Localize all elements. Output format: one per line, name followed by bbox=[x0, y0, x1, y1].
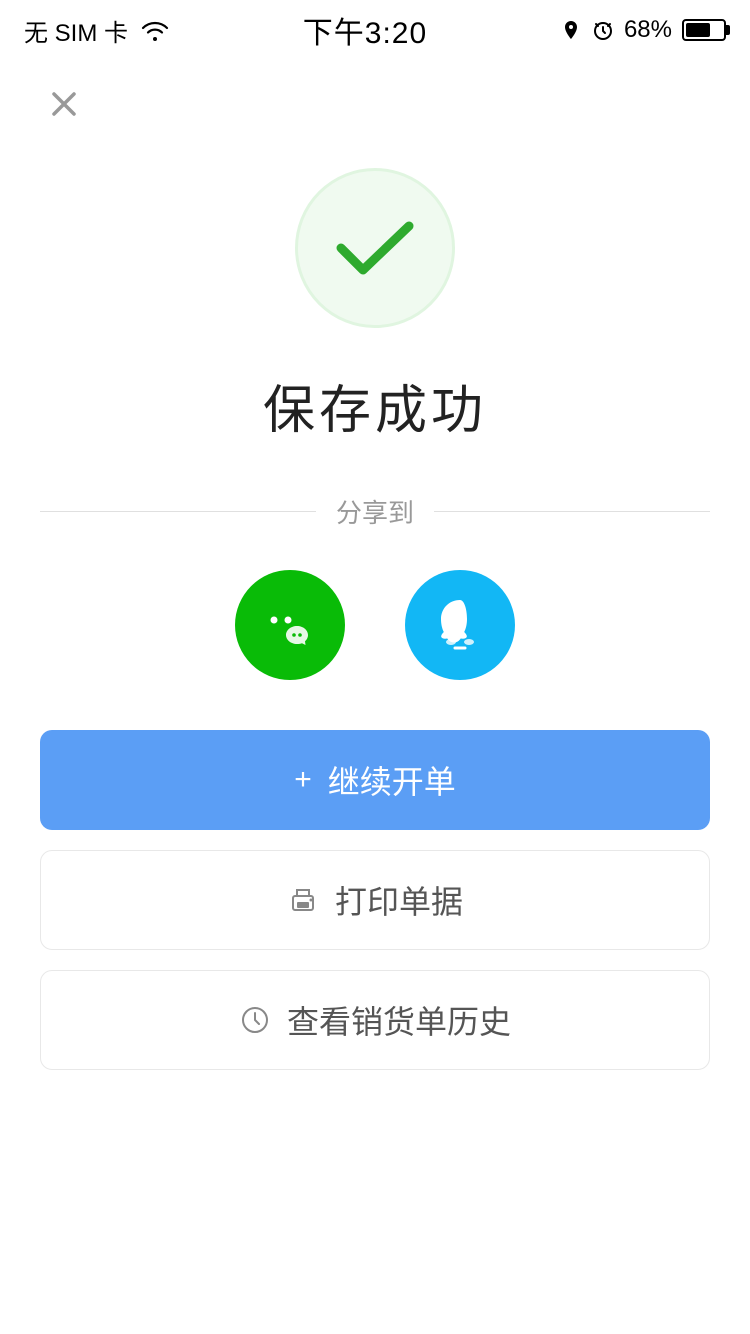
action-buttons: + 继续开单 打印单据 查看销货单历史 bbox=[40, 730, 710, 1070]
print-button-label: 打印单据 bbox=[335, 877, 463, 923]
history-button-label: 查看销货单历史 bbox=[287, 997, 511, 1043]
main-content: 保存成功 分享到 bbox=[0, 60, 750, 1070]
history-button[interactable]: 查看销货单历史 bbox=[40, 970, 710, 1070]
wechat-share-button[interactable] bbox=[235, 570, 345, 680]
continue-button[interactable]: + 继续开单 bbox=[40, 730, 710, 830]
divider-left bbox=[40, 511, 316, 512]
share-divider: 分享到 bbox=[40, 493, 710, 530]
history-icon bbox=[239, 1004, 271, 1036]
battery-indicator bbox=[682, 19, 726, 41]
print-icon bbox=[287, 884, 319, 916]
status-indicators: 68% bbox=[560, 16, 726, 44]
alarm-icon bbox=[592, 19, 614, 41]
print-button[interactable]: 打印单据 bbox=[40, 850, 710, 950]
status-bar: 无 SIM 卡 下午3:20 68% bbox=[0, 0, 750, 60]
status-carrier: 无 SIM 卡 bbox=[24, 13, 170, 48]
continue-button-label: 继续开单 bbox=[328, 757, 456, 803]
qq-share-button[interactable] bbox=[405, 570, 515, 680]
battery-percent: 68% bbox=[624, 16, 672, 44]
plus-icon: + bbox=[294, 763, 312, 797]
wifi-icon bbox=[140, 19, 170, 41]
qq-icon bbox=[427, 592, 493, 658]
share-label: 分享到 bbox=[336, 493, 414, 530]
checkmark-icon bbox=[335, 218, 415, 278]
success-icon-circle bbox=[295, 168, 455, 328]
close-button-area bbox=[40, 60, 710, 138]
success-title: 保存成功 bbox=[263, 368, 487, 443]
location-icon bbox=[560, 19, 582, 41]
divider-right bbox=[434, 511, 710, 512]
wechat-icon bbox=[258, 598, 322, 652]
close-button[interactable] bbox=[40, 80, 88, 128]
share-section: 分享到 bbox=[40, 493, 710, 680]
share-icons-row bbox=[235, 570, 515, 680]
status-time: 下午3:20 bbox=[303, 8, 427, 52]
